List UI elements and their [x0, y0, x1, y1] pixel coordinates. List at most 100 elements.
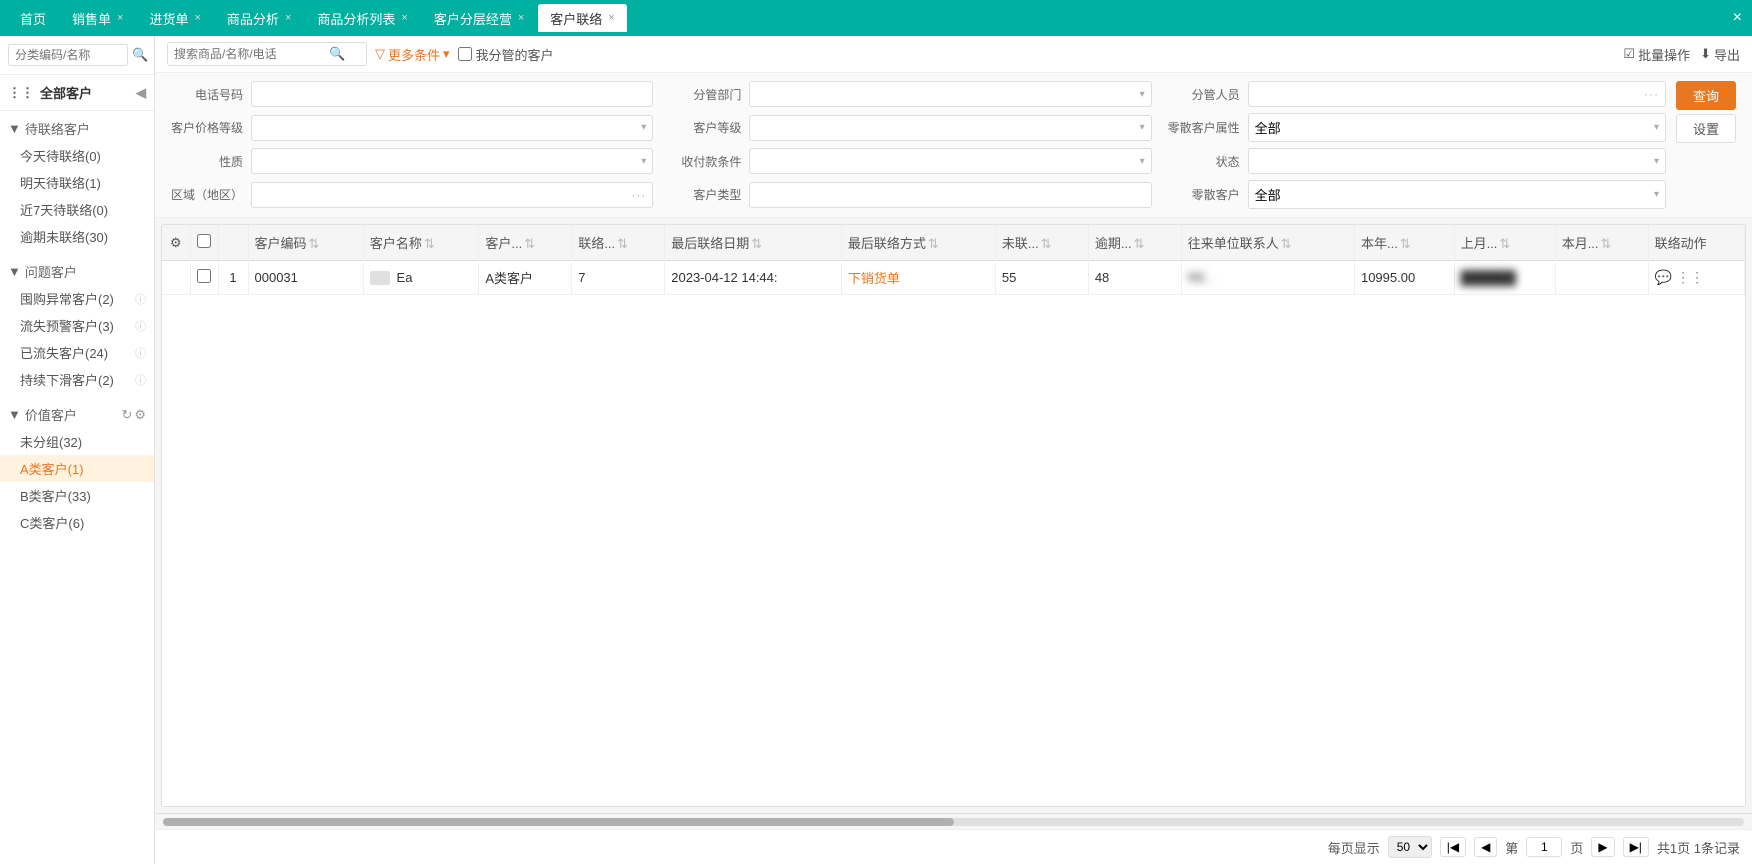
col-last-method[interactable]: 最后联络方式⇅ [841, 225, 995, 261]
sidebar-item-c-class[interactable]: C类客户(6) [0, 509, 154, 536]
search-input[interactable] [174, 47, 329, 61]
sidebar-item-7days[interactable]: 近7天待联络(0) [0, 196, 154, 223]
col-settings[interactable]: ⚙ [162, 225, 190, 261]
next-page-btn[interactable]: ▶ [1591, 837, 1614, 857]
close-customer-layer-tab[interactable]: × [518, 12, 524, 24]
filter-person-input[interactable]: ··· [1248, 81, 1666, 107]
sidebar-item-today[interactable]: 今天待联络(0) [0, 142, 154, 169]
h-scrollbar[interactable] [163, 818, 1744, 826]
h-scrollbar-thumb[interactable] [163, 818, 954, 826]
col-type[interactable]: 客户...⇅ [479, 225, 572, 261]
first-page-btn[interactable]: |◀ [1440, 837, 1466, 857]
sidebar-item-tomorrow[interactable]: 明天待联络(1) [0, 169, 154, 196]
sidebar-section-value-header[interactable]: ▼ 价值客户 ↻ ⚙ [0, 401, 154, 428]
more-action-btn[interactable]: ⋮⋮ [1676, 269, 1704, 286]
filter-phone-input[interactable] [251, 81, 653, 107]
settings-button[interactable]: 设置 [1676, 114, 1736, 143]
sidebar-section-problem-header[interactable]: ▼ 问题客户 [0, 258, 154, 285]
arrow-down-icon3: ▼ [8, 407, 21, 422]
select-all-checkbox[interactable] [197, 234, 211, 248]
filter-customer-level-select[interactable]: ▾ [749, 115, 1151, 141]
h-scrollbar-area [155, 813, 1752, 829]
col-code[interactable]: 客户编码⇅ [248, 225, 363, 261]
col-overdue[interactable]: 逾期...⇅ [1088, 225, 1181, 261]
col-last-month[interactable]: 上月...⇅ [1454, 225, 1555, 261]
close-customer-contact-tab[interactable]: × [608, 12, 614, 24]
close-goods-list-tab[interactable]: × [401, 12, 407, 24]
last-method-link[interactable]: 下销货单 [848, 271, 900, 286]
col-contact[interactable]: 联络...⇅ [572, 225, 665, 261]
sidebar-search-input[interactable] [8, 44, 128, 66]
tab-purchase[interactable]: 进货单 × [137, 4, 212, 32]
tab-goods-analysis[interactable]: 商品分析 × [215, 4, 303, 32]
pagination: 每页显示 50 |◀ ◀ 第 页 ▶ ▶| 共1页 1条记录 [155, 829, 1752, 864]
sidebar-item-overdue[interactable]: 逾期未联络(30) [0, 223, 154, 250]
col-not-contact[interactable]: 未联...⇅ [995, 225, 1088, 261]
filter-region-input[interactable]: ··· [251, 182, 653, 208]
export-icon: ⬇ [1700, 46, 1711, 62]
close-sales-tab[interactable]: × [117, 12, 123, 24]
col-last-date[interactable]: 最后联络日期⇅ [665, 225, 842, 261]
sidebar-item-lost[interactable]: 已流失客户(24) ⓘ [0, 339, 154, 366]
filter-sparse-attr-select[interactable]: 全部 ▾ [1248, 113, 1666, 142]
col-contact2[interactable]: 往来单位联系人⇅ [1181, 225, 1354, 261]
row-type: A类客户 [479, 261, 572, 295]
sidebar-search-icon[interactable]: 🔍 [132, 47, 148, 63]
arrow-down-icon: ▼ [8, 121, 21, 136]
per-page-select[interactable]: 50 [1388, 836, 1432, 858]
export-btn[interactable]: ⬇ 导出 [1700, 45, 1740, 64]
last-page-btn[interactable]: ▶| [1623, 837, 1649, 857]
filter-status-select[interactable]: ▾ [1248, 148, 1666, 174]
search-icon[interactable]: 🔍 [329, 46, 345, 62]
sort-icon4: ⇅ [617, 236, 628, 251]
close-all-icon[interactable]: × [1733, 9, 1742, 27]
page-number-input[interactable] [1526, 837, 1562, 857]
filter-customer-type-input[interactable] [749, 182, 1151, 208]
more-conditions-btn[interactable]: ▽ 更多条件 ▾ [375, 45, 450, 64]
filter-nature-select[interactable]: ▾ [251, 148, 653, 174]
row-this-month [1555, 261, 1648, 295]
batch-op-btn[interactable]: ☑ 批量操作 [1623, 45, 1690, 64]
col-check[interactable] [190, 225, 218, 261]
tab-home[interactable]: 首页 [8, 4, 58, 32]
tab-sales[interactable]: 销售单 × [60, 4, 135, 32]
row-checkbox[interactable] [197, 269, 211, 283]
col-this-year[interactable]: 本年...⇅ [1354, 225, 1454, 261]
my-customers-checkbox[interactable] [458, 47, 472, 61]
prev-page-btn[interactable]: ◀ [1474, 837, 1497, 857]
table-body: 1 000031 Ea A类客户 7 2023-04-12 14:44: 下销货… [162, 261, 1745, 295]
adv-right-buttons: 查询 设置 [1676, 81, 1736, 143]
tab-goods-list[interactable]: 商品分析列表 × [305, 4, 419, 32]
settings-icon[interactable]: ⚙ [134, 407, 146, 423]
sidebar-collapse-icon[interactable]: ◀ [136, 85, 146, 101]
tab-customer-layer[interactable]: 客户分层经营 × [422, 4, 536, 32]
row-check[interactable] [190, 261, 218, 295]
sidebar-item-hoarding[interactable]: 囤购异常客户(2) ⓘ [0, 285, 154, 312]
table-wrapper: ⚙ 客户编码⇅ 客户名称⇅ 客户...⇅ 联络...⇅ 最后联络日期⇅ 最后联络… [161, 224, 1746, 807]
sidebar-section-pending-header[interactable]: ▼ 待联络客户 [0, 115, 154, 142]
refresh-icon[interactable]: ↻ [121, 407, 132, 423]
chat-action-btn[interactable]: 💬 [1655, 269, 1672, 286]
sidebar-header: ⋮⋮ 全部客户 ◀ [0, 75, 154, 111]
row-last-method[interactable]: 下销货单 [841, 261, 995, 295]
sidebar-item-b-class[interactable]: B类客户(33) [0, 482, 154, 509]
sidebar-item-declining[interactable]: 持续下滑客户(2) ⓘ [0, 366, 154, 393]
close-purchase-tab[interactable]: × [194, 12, 200, 24]
sidebar-item-loss-warning[interactable]: 流失预警客户(3) ⓘ [0, 312, 154, 339]
row-contact: 7 [572, 261, 665, 295]
col-this-month[interactable]: 本月...⇅ [1555, 225, 1648, 261]
filter-dept-select[interactable]: ▾ [749, 81, 1151, 107]
col-name[interactable]: 客户名称⇅ [363, 225, 478, 261]
filter-sparse-customer-select[interactable]: 全部 ▾ [1248, 180, 1666, 209]
row-code[interactable]: 000031 [248, 261, 363, 295]
data-table: ⚙ 客户编码⇅ 客户名称⇅ 客户...⇅ 联络...⇅ 最后联络日期⇅ 最后联络… [162, 225, 1745, 295]
close-goods-analysis-tab[interactable]: × [285, 12, 291, 24]
table-row: 1 000031 Ea A类客户 7 2023-04-12 14:44: 下销货… [162, 261, 1745, 295]
filter-price-level-select[interactable]: ▾ [251, 115, 653, 141]
tab-customer-contact[interactable]: 客户联络 × [538, 4, 626, 32]
sidebar-item-a-class[interactable]: A类客户(1) [0, 455, 154, 482]
sidebar-item-ungroup[interactable]: 未分组(32) [0, 428, 154, 455]
chevron-down-icon: ▾ [443, 46, 450, 62]
filter-payment-select[interactable]: ▾ [749, 148, 1151, 174]
query-button[interactable]: 查询 [1676, 81, 1736, 110]
